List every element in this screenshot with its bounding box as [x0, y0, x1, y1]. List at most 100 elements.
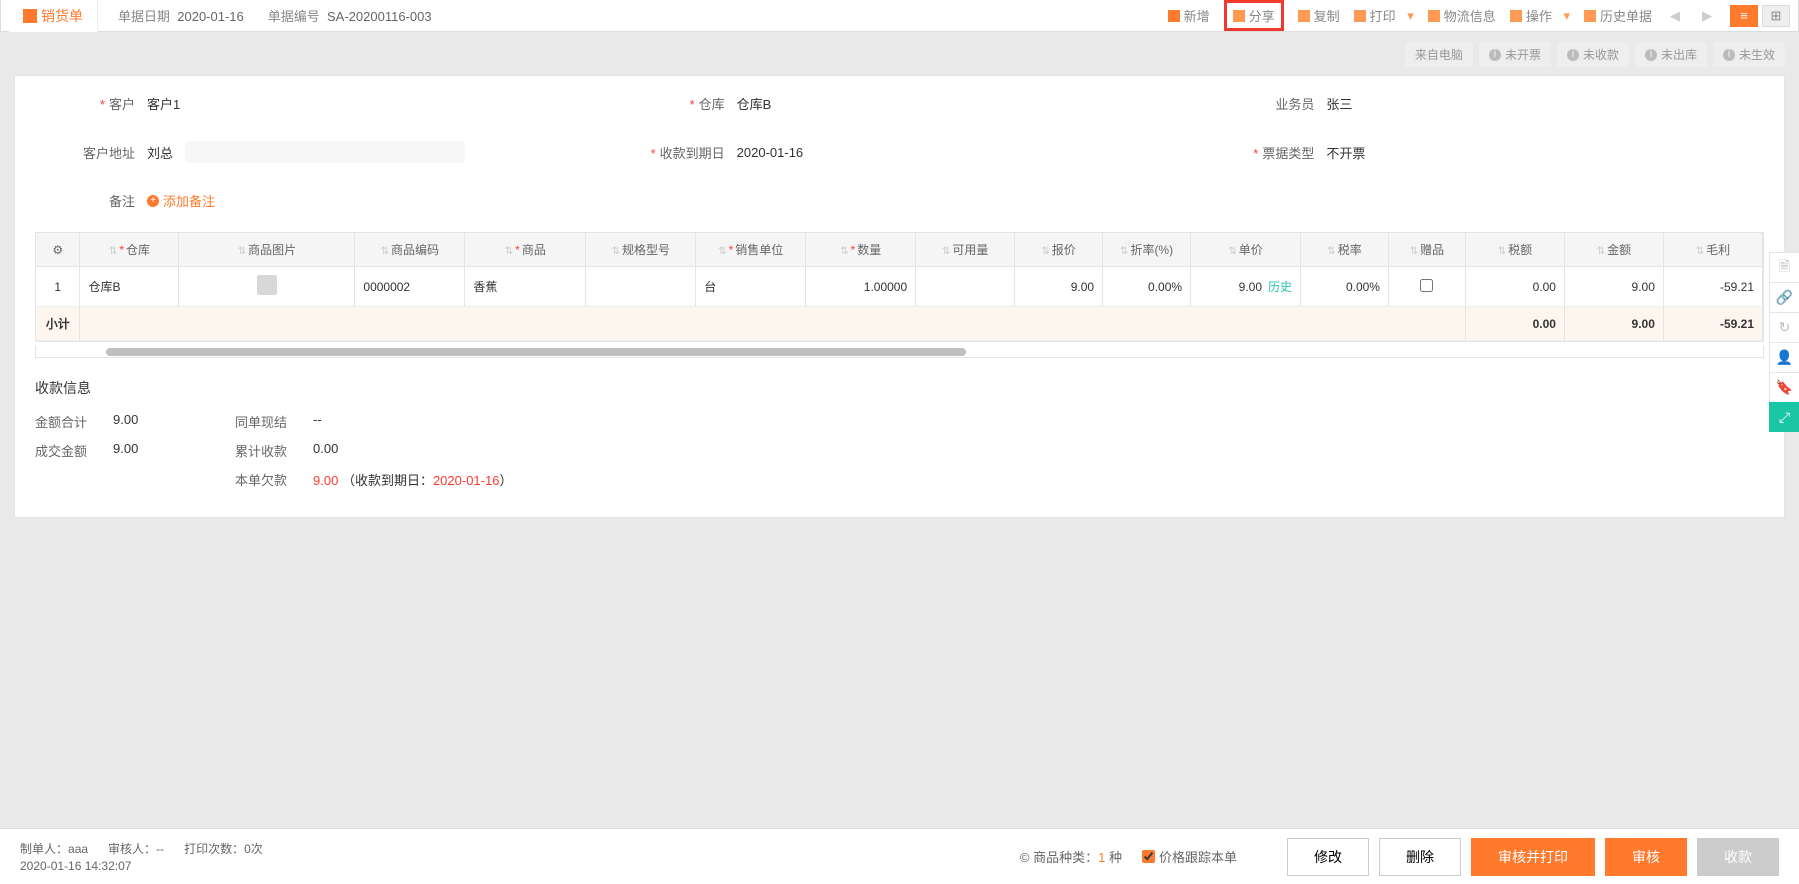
audit-print-button[interactable]: 审核并打印	[1471, 838, 1595, 876]
price-follow-checkbox[interactable]: 价格跟踪本单	[1142, 847, 1237, 866]
history-icon	[1584, 10, 1596, 22]
prev-arrow[interactable]: ◀	[1666, 8, 1684, 24]
addr-label: 客户地址	[35, 143, 135, 162]
cell-avail	[916, 267, 1015, 307]
invoicetype-label: 票据类型	[1214, 143, 1314, 162]
top-actions: 新增 分享 复制 打印 ▾ 物流信息 操作 ▾ 历史单据 ◀ ▶ ≡ ⊞	[1168, 0, 1790, 31]
view-list-button[interactable]: ≡	[1730, 5, 1758, 27]
col-taxamt[interactable]: ⇅税额	[1465, 233, 1564, 267]
view-card-button[interactable]: ⊞	[1762, 5, 1790, 27]
new-button[interactable]: 新增	[1168, 6, 1210, 25]
col-qty[interactable]: ⇅数量	[806, 233, 916, 267]
delete-button[interactable]: 删除	[1379, 838, 1461, 876]
info-icon: i	[1645, 49, 1657, 61]
table-row[interactable]: 1 仓库B 0000002 香蕉 台 1.00000 9.00 0.00% 9.…	[36, 267, 1763, 307]
chevron-down-icon: ▾	[1563, 8, 1570, 24]
col-code[interactable]: ⇅商品编码	[355, 233, 465, 267]
warehouse-value[interactable]: 仓库B	[737, 94, 772, 113]
cell-taxamt: 0.00	[1465, 267, 1564, 307]
copy-button[interactable]: 复制	[1298, 6, 1340, 25]
side-expand-button[interactable]: ⤢	[1769, 402, 1799, 432]
col-amount[interactable]: ⇅金额	[1564, 233, 1663, 267]
logistics-button[interactable]: 物流信息	[1428, 6, 1496, 25]
expand-icon: ⤢	[1779, 409, 1790, 426]
status-row: 来自电脑 i未开票 i未收款 i未出库 i未生效	[0, 32, 1799, 67]
cell-image	[179, 267, 355, 307]
sales-order-icon	[23, 9, 37, 23]
col-unit[interactable]: ⇅销售单位	[696, 233, 806, 267]
col-unitprice[interactable]: ⇅单价	[1191, 233, 1301, 267]
print-button[interactable]: 打印 ▾	[1354, 6, 1414, 25]
col-gear[interactable]: ⚙	[36, 233, 80, 267]
horizontal-scrollbar[interactable]	[35, 346, 1764, 358]
cell-qty: 1.00000	[806, 267, 916, 307]
info-icon: i	[1567, 49, 1579, 61]
cell-warehouse: 仓库B	[80, 267, 179, 307]
cell-amount: 9.00	[1564, 267, 1663, 307]
col-price[interactable]: ⇅报价	[1015, 233, 1103, 267]
receive-button[interactable]: 收款	[1697, 838, 1779, 876]
share-button[interactable]: 分享	[1224, 0, 1284, 31]
ops-button[interactable]: 操作 ▾	[1510, 6, 1570, 25]
invoicetype-value[interactable]: 不开票	[1326, 143, 1365, 162]
main-card: 客户客户1 仓库仓库B 业务员张三 客户地址刘总 收款到期日2020-01-16…	[14, 75, 1785, 518]
add-note-button[interactable]: +添加备注	[147, 191, 215, 210]
col-spec[interactable]: ⇅规格型号	[586, 233, 696, 267]
copyright-icon: ©	[1020, 850, 1030, 865]
plus-circle-icon: +	[147, 195, 159, 207]
cell-unit: 台	[696, 267, 806, 307]
history-button[interactable]: 历史单据	[1584, 6, 1652, 25]
col-warehouse[interactable]: ⇅仓库	[80, 233, 179, 267]
pill-source: 来自电脑	[1405, 42, 1473, 67]
form-grid: 客户客户1 仓库仓库B 业务员张三 客户地址刘总 收款到期日2020-01-16…	[35, 94, 1764, 210]
col-profit[interactable]: ⇅毛利	[1663, 233, 1762, 267]
product-thumb[interactable]	[257, 275, 277, 295]
salesman-value[interactable]: 张三	[1326, 94, 1352, 113]
duedate-label: 收款到期日	[625, 143, 725, 162]
side-tools: 🗎 🔗 ↻ 👤 🔖 ⤢	[1769, 252, 1799, 432]
side-tag-button[interactable]: 🔖	[1769, 372, 1799, 402]
modify-button[interactable]: 修改	[1287, 838, 1369, 876]
salesman-label: 业务员	[1214, 94, 1314, 113]
col-image[interactable]: ⇅商品图片	[179, 233, 355, 267]
cell-code: 0000002	[355, 267, 465, 307]
cell-gift	[1388, 267, 1465, 307]
grid-icon	[1510, 10, 1522, 22]
col-gift[interactable]: ⇅赠品	[1388, 233, 1465, 267]
share-icon	[1233, 10, 1245, 22]
attach-icon: 🔗	[1776, 289, 1793, 306]
col-discount[interactable]: ⇅折率(%)	[1103, 233, 1191, 267]
top-bar: 销货单 单据日期 2020-01-16 单据编号 SA-20200116-003…	[0, 0, 1799, 32]
items-table: ⚙ ⇅仓库 ⇅商品图片 ⇅商品编码 ⇅商品 ⇅规格型号 ⇅销售单位 ⇅数量 ⇅可…	[35, 232, 1764, 342]
pill-effective[interactable]: i未生效	[1713, 42, 1785, 67]
auditor-value: --	[156, 842, 164, 856]
cell-spec	[586, 267, 696, 307]
duedate-value[interactable]: 2020-01-16	[737, 145, 804, 160]
side-note-button[interactable]: 🗎	[1769, 252, 1799, 282]
col-avail[interactable]: ⇅可用量	[916, 233, 1015, 267]
addr-value[interactable]	[185, 141, 465, 163]
refresh-icon: ↻	[1779, 319, 1791, 336]
side-user-button[interactable]: 👤	[1769, 342, 1799, 372]
pill-receipt[interactable]: i未收款	[1557, 42, 1629, 67]
payment-section: 收款信息 金额合计9.00 同单现结-- 成交金额9.00 累计收款0.00 本…	[35, 378, 1764, 489]
pill-stock[interactable]: i未出库	[1635, 42, 1707, 67]
user-icon: 👤	[1776, 349, 1793, 366]
bottom-meta: 制单人：aaa 审核人：-- 打印次数：0次 2020-01-16 14:32:…	[20, 840, 263, 873]
pill-invoice[interactable]: i未开票	[1479, 42, 1551, 67]
next-arrow[interactable]: ▶	[1698, 8, 1716, 24]
col-product[interactable]: ⇅商品	[465, 233, 586, 267]
total-value: 9.00	[113, 412, 138, 431]
side-refresh-button[interactable]: ↻	[1769, 312, 1799, 342]
side-attach-button[interactable]: 🔗	[1769, 282, 1799, 312]
tab-sales-order[interactable]: 销货单	[9, 0, 98, 32]
audit-button[interactable]: 审核	[1605, 838, 1687, 876]
payment-title: 收款信息	[35, 378, 1764, 398]
gift-checkbox[interactable]	[1420, 279, 1433, 292]
accum-value: 0.00	[313, 441, 338, 460]
history-link[interactable]: 历史	[1268, 278, 1292, 295]
customer-value[interactable]: 客户1	[147, 94, 180, 113]
warehouse-label: 仓库	[625, 94, 725, 113]
col-taxrate[interactable]: ⇅税率	[1301, 233, 1389, 267]
scroll-thumb[interactable]	[106, 348, 966, 356]
